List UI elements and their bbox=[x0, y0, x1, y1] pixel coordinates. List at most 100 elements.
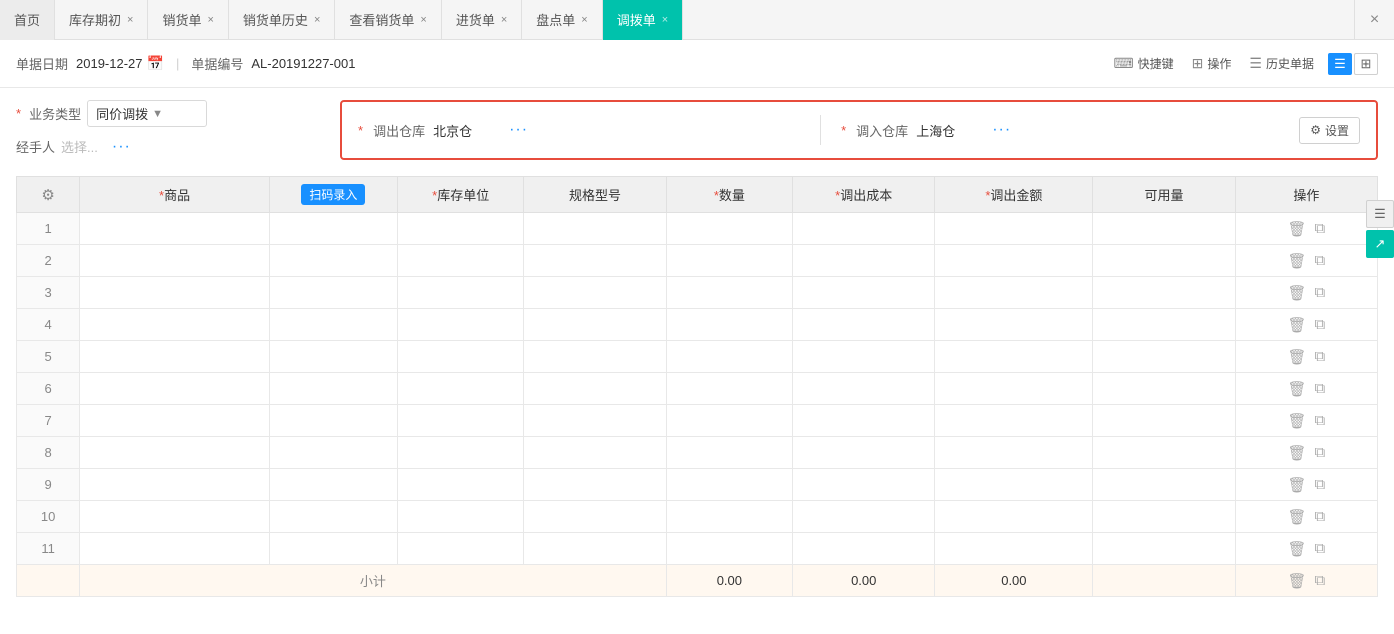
tab-close-view-sales[interactable]: × bbox=[420, 14, 426, 26]
cell-spec[interactable] bbox=[524, 341, 666, 373]
tab-close-inventory-check[interactable]: × bbox=[581, 14, 587, 26]
cell-product[interactable] bbox=[80, 341, 270, 373]
row-copy-icon[interactable]: ⧉ bbox=[1314, 476, 1325, 493]
person-select[interactable]: 选择... bbox=[61, 137, 98, 156]
cell-spec[interactable] bbox=[524, 213, 666, 245]
settings-button[interactable]: ⚙ 设置 bbox=[1299, 117, 1360, 144]
cell-spec[interactable] bbox=[524, 277, 666, 309]
operations-button[interactable]: ⊞ 操作 bbox=[1188, 53, 1236, 74]
cell-unit[interactable] bbox=[397, 341, 523, 373]
cell-qty[interactable] bbox=[666, 469, 792, 501]
cell-spec[interactable] bbox=[524, 309, 666, 341]
tab-home[interactable]: 首页 bbox=[0, 0, 55, 40]
cell-available[interactable] bbox=[1093, 469, 1235, 501]
cell-cost[interactable] bbox=[793, 213, 935, 245]
cell-amount[interactable] bbox=[935, 213, 1093, 245]
subtotal-delete-icon[interactable]: 🗑 bbox=[1287, 572, 1306, 590]
cell-cost[interactable] bbox=[793, 405, 935, 437]
cell-product[interactable] bbox=[80, 277, 270, 309]
cell-cost[interactable] bbox=[793, 341, 935, 373]
cell-unit[interactable] bbox=[397, 533, 523, 565]
row-delete-icon[interactable]: 🗑 bbox=[1287, 444, 1306, 462]
cell-qty[interactable] bbox=[666, 277, 792, 309]
row-copy-icon[interactable]: ⧉ bbox=[1314, 348, 1325, 365]
tab-inventory-init[interactable]: 库存期初 × bbox=[55, 0, 148, 40]
cell-qty[interactable] bbox=[666, 501, 792, 533]
cell-amount[interactable] bbox=[935, 437, 1093, 469]
tab-close-transfer-order[interactable]: × bbox=[662, 14, 668, 26]
tab-inventory-check[interactable]: 盘点单 × bbox=[522, 0, 602, 40]
cell-available[interactable] bbox=[1093, 437, 1235, 469]
cell-spec[interactable] bbox=[524, 469, 666, 501]
cell-product[interactable] bbox=[80, 213, 270, 245]
cell-product[interactable] bbox=[80, 437, 270, 469]
cell-product[interactable] bbox=[80, 405, 270, 437]
cell-spec[interactable] bbox=[524, 437, 666, 469]
cell-amount[interactable] bbox=[935, 469, 1093, 501]
cell-amount[interactable] bbox=[935, 405, 1093, 437]
cell-available[interactable] bbox=[1093, 533, 1235, 565]
cell-amount[interactable] bbox=[935, 277, 1093, 309]
row-delete-icon[interactable]: 🗑 bbox=[1287, 476, 1306, 494]
window-close-button[interactable]: × bbox=[1354, 0, 1394, 40]
row-copy-icon[interactable]: ⧉ bbox=[1314, 316, 1325, 333]
cell-product[interactable] bbox=[80, 309, 270, 341]
row-copy-icon[interactable]: ⧉ bbox=[1314, 540, 1325, 557]
history-docs-button[interactable]: ☰ 历史单据 bbox=[1245, 53, 1318, 74]
row-copy-icon[interactable]: ⧉ bbox=[1314, 508, 1325, 525]
cell-unit[interactable] bbox=[397, 501, 523, 533]
cell-qty[interactable] bbox=[666, 373, 792, 405]
cell-unit[interactable] bbox=[397, 437, 523, 469]
person-more-btn[interactable]: ··· bbox=[112, 138, 131, 156]
cell-product[interactable] bbox=[80, 501, 270, 533]
row-delete-icon[interactable]: 🗑 bbox=[1287, 252, 1306, 270]
cell-available[interactable] bbox=[1093, 245, 1235, 277]
list-view-button[interactable]: ☰ bbox=[1328, 53, 1352, 75]
row-delete-icon[interactable]: 🗑 bbox=[1287, 316, 1306, 334]
row-delete-icon[interactable]: 🗑 bbox=[1287, 508, 1306, 526]
cell-qty[interactable] bbox=[666, 309, 792, 341]
cell-cost[interactable] bbox=[793, 469, 935, 501]
cell-cost[interactable] bbox=[793, 245, 935, 277]
row-delete-icon[interactable]: 🗑 bbox=[1287, 540, 1306, 558]
cell-qty[interactable] bbox=[666, 245, 792, 277]
cell-cost[interactable] bbox=[793, 533, 935, 565]
cell-spec[interactable] bbox=[524, 533, 666, 565]
tab-close-sales-order[interactable]: × bbox=[207, 14, 213, 26]
cell-unit[interactable] bbox=[397, 405, 523, 437]
tab-purchase-order[interactable]: 进货单 × bbox=[442, 0, 522, 40]
cell-available[interactable] bbox=[1093, 309, 1235, 341]
cell-unit[interactable] bbox=[397, 245, 523, 277]
row-copy-icon[interactable]: ⧉ bbox=[1314, 284, 1325, 301]
cell-available[interactable] bbox=[1093, 405, 1235, 437]
tab-close-purchase-order[interactable]: × bbox=[501, 14, 507, 26]
cell-unit[interactable] bbox=[397, 469, 523, 501]
row-copy-icon[interactable]: ⧉ bbox=[1314, 252, 1325, 269]
cell-amount[interactable] bbox=[935, 341, 1093, 373]
cell-unit[interactable] bbox=[397, 373, 523, 405]
cell-cost[interactable] bbox=[793, 309, 935, 341]
tab-view-sales[interactable]: 查看销货单 × bbox=[335, 0, 441, 40]
cell-unit[interactable] bbox=[397, 277, 523, 309]
cell-spec[interactable] bbox=[524, 405, 666, 437]
cell-amount[interactable] bbox=[935, 373, 1093, 405]
cell-amount[interactable] bbox=[935, 309, 1093, 341]
grid-view-button[interactable]: ⊞ bbox=[1354, 53, 1378, 75]
business-type-select[interactable]: 同价调拨 ▼ bbox=[87, 100, 207, 127]
cell-cost[interactable] bbox=[793, 277, 935, 309]
cell-product[interactable] bbox=[80, 373, 270, 405]
cell-amount[interactable] bbox=[935, 501, 1093, 533]
tab-transfer-order[interactable]: 调拨单 × bbox=[603, 0, 683, 40]
row-copy-icon[interactable]: ⧉ bbox=[1314, 444, 1325, 461]
cell-available[interactable] bbox=[1093, 213, 1235, 245]
cell-qty[interactable] bbox=[666, 341, 792, 373]
cell-spec[interactable] bbox=[524, 373, 666, 405]
row-copy-icon[interactable]: ⧉ bbox=[1314, 220, 1325, 237]
cell-product[interactable] bbox=[80, 469, 270, 501]
cell-qty[interactable] bbox=[666, 213, 792, 245]
tab-sales-order[interactable]: 销货单 × bbox=[148, 0, 228, 40]
subtotal-copy-icon[interactable]: ⧉ bbox=[1314, 572, 1325, 589]
cell-available[interactable] bbox=[1093, 341, 1235, 373]
row-delete-icon[interactable]: 🗑 bbox=[1287, 220, 1306, 238]
cell-cost[interactable] bbox=[793, 373, 935, 405]
